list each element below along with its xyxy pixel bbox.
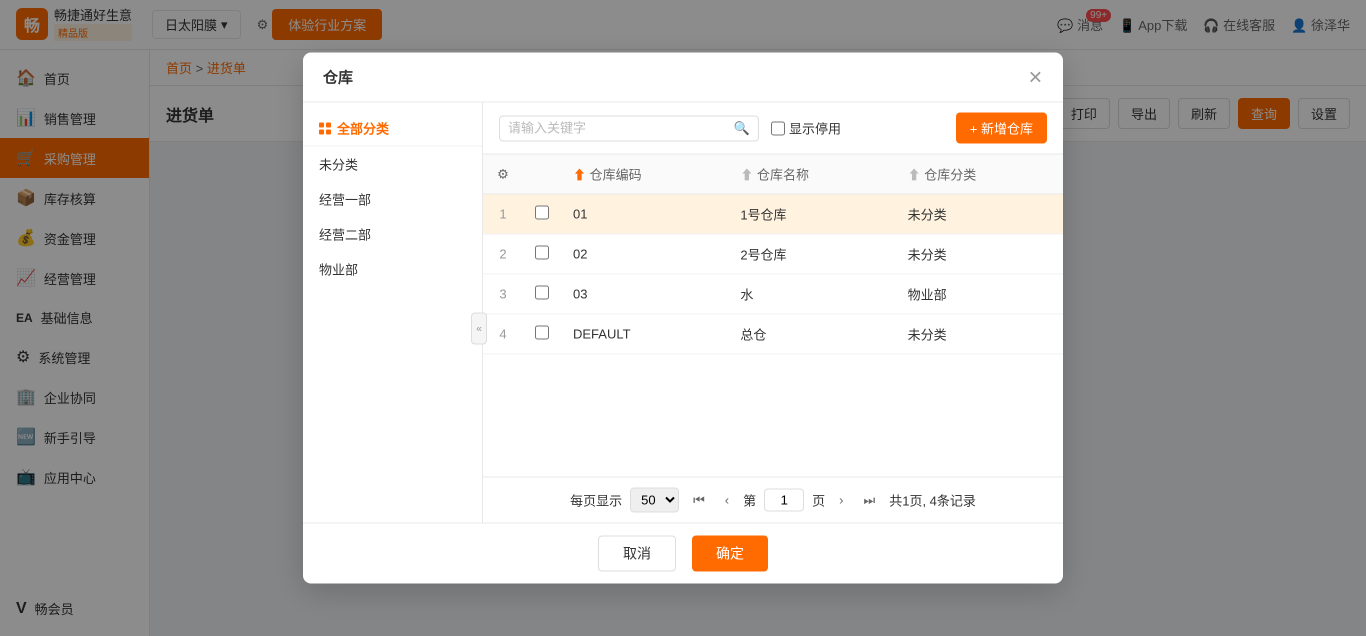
page-next-button[interactable]: › xyxy=(833,491,849,510)
collapse-panel-button[interactable]: « xyxy=(471,313,487,345)
sort-icon: ⬆ xyxy=(573,168,586,183)
per-page-select[interactable]: 50 xyxy=(630,488,679,513)
row-code-1: 01 xyxy=(561,194,728,234)
page-prev-button[interactable]: ‹ xyxy=(719,491,735,510)
page-number-input[interactable] xyxy=(764,489,804,512)
category-uncategorized[interactable]: 未分类 xyxy=(303,147,482,182)
table-panel: 🔍 显示停用 + 新增仓库 ⚙ ⬆ 仓 xyxy=(483,103,1063,523)
modal-title: 仓库 xyxy=(323,67,353,88)
row-name-3: 水 xyxy=(728,274,895,314)
table-row[interactable]: 2 02 2号仓库 未分类 xyxy=(483,234,1063,274)
show-disabled-checkbox[interactable] xyxy=(771,121,785,135)
col-code: ⬆ 仓库编码 xyxy=(561,155,728,195)
per-page-label: 每页显示 xyxy=(570,491,622,510)
col-settings: ⚙ xyxy=(483,155,523,195)
row-check-4 xyxy=(523,314,561,354)
pagination: 每页显示 50 ⏮ ‹ 第 页 › ⏭ 共1页, 4条记录 xyxy=(483,477,1063,523)
col-checkbox xyxy=(523,155,561,195)
row-cat-4: 未分类 xyxy=(896,314,1063,354)
row-code-4: DEFAULT xyxy=(561,314,728,354)
row-num-2: 2 xyxy=(483,234,523,274)
row-checkbox-2[interactable] xyxy=(535,246,549,260)
row-name-4: 总仓 xyxy=(728,314,895,354)
table-row[interactable]: 4 DEFAULT 总仓 未分类 xyxy=(483,314,1063,354)
row-num-3: 3 xyxy=(483,274,523,314)
search-input[interactable] xyxy=(508,121,730,136)
category-panel: 全部分类 未分类 经营一部 经营二部 物业部 « xyxy=(303,103,483,523)
show-disabled-label: 显示停用 xyxy=(789,119,841,138)
grid-icon xyxy=(319,122,331,134)
page-first-button[interactable]: ⏮ xyxy=(687,490,711,510)
row-checkbox-4[interactable] xyxy=(535,326,549,340)
table-row[interactable]: 1 01 1号仓库 未分类 xyxy=(483,194,1063,234)
show-disabled-checkbox-label: 显示停用 xyxy=(771,119,841,138)
col-category: ⬆ 仓库分类 xyxy=(896,155,1063,195)
table-row[interactable]: 3 03 水 物业部 xyxy=(483,274,1063,314)
all-categories-label[interactable]: 全部分类 xyxy=(337,119,389,138)
category-property[interactable]: 物业部 xyxy=(303,252,482,287)
warehouse-modal: 仓库 ✕ 全部分类 未分类 经营一部 经营二部 物业部 « 🔍 xyxy=(303,53,1063,584)
category-header: 全部分类 xyxy=(303,111,482,147)
modal-header: 仓库 ✕ xyxy=(303,53,1063,103)
row-cat-1: 未分类 xyxy=(896,194,1063,234)
table-toolbar: 🔍 显示停用 + 新增仓库 xyxy=(483,103,1063,155)
confirm-button[interactable]: 确定 xyxy=(692,536,768,572)
row-cat-3: 物业部 xyxy=(896,274,1063,314)
row-check-1 xyxy=(523,194,561,234)
row-checkbox-3[interactable] xyxy=(535,286,549,300)
cancel-button[interactable]: 取消 xyxy=(598,536,676,572)
page-last-button[interactable]: ⏭ xyxy=(858,490,882,510)
data-table: ⚙ ⬆ 仓库编码 ⬆ 仓库名称 ⬆ xyxy=(483,155,1063,477)
row-checkbox-1[interactable] xyxy=(535,206,549,220)
category-ops2[interactable]: 经营二部 xyxy=(303,217,482,252)
row-num-1: 1 xyxy=(483,194,523,234)
search-box: 🔍 xyxy=(499,115,759,141)
row-check-3 xyxy=(523,274,561,314)
pagination-total: 共1页, 4条记录 xyxy=(889,491,976,510)
page-label: 第 xyxy=(743,491,756,510)
search-icon[interactable]: 🔍 xyxy=(734,120,750,136)
row-cat-2: 未分类 xyxy=(896,234,1063,274)
row-code-2: 02 xyxy=(561,234,728,274)
warehouse-table: ⚙ ⬆ 仓库编码 ⬆ 仓库名称 ⬆ xyxy=(483,155,1063,355)
sort-icon-name: ⬆ xyxy=(740,168,753,183)
sort-icon-cat: ⬆ xyxy=(908,168,921,183)
col-name: ⬆ 仓库名称 xyxy=(728,155,895,195)
row-name-1: 1号仓库 xyxy=(728,194,895,234)
row-check-2 xyxy=(523,234,561,274)
modal-close-button[interactable]: ✕ xyxy=(1028,68,1043,86)
modal-body: 全部分类 未分类 经营一部 经营二部 物业部 « 🔍 显示停用 + 新增仓库 xyxy=(303,103,1063,523)
row-num-4: 4 xyxy=(483,314,523,354)
row-code-3: 03 xyxy=(561,274,728,314)
row-name-2: 2号仓库 xyxy=(728,234,895,274)
add-warehouse-button[interactable]: + 新增仓库 xyxy=(956,113,1047,144)
page-unit-label: 页 xyxy=(812,491,825,510)
category-ops1[interactable]: 经营一部 xyxy=(303,182,482,217)
modal-footer: 取消 确定 xyxy=(303,523,1063,584)
